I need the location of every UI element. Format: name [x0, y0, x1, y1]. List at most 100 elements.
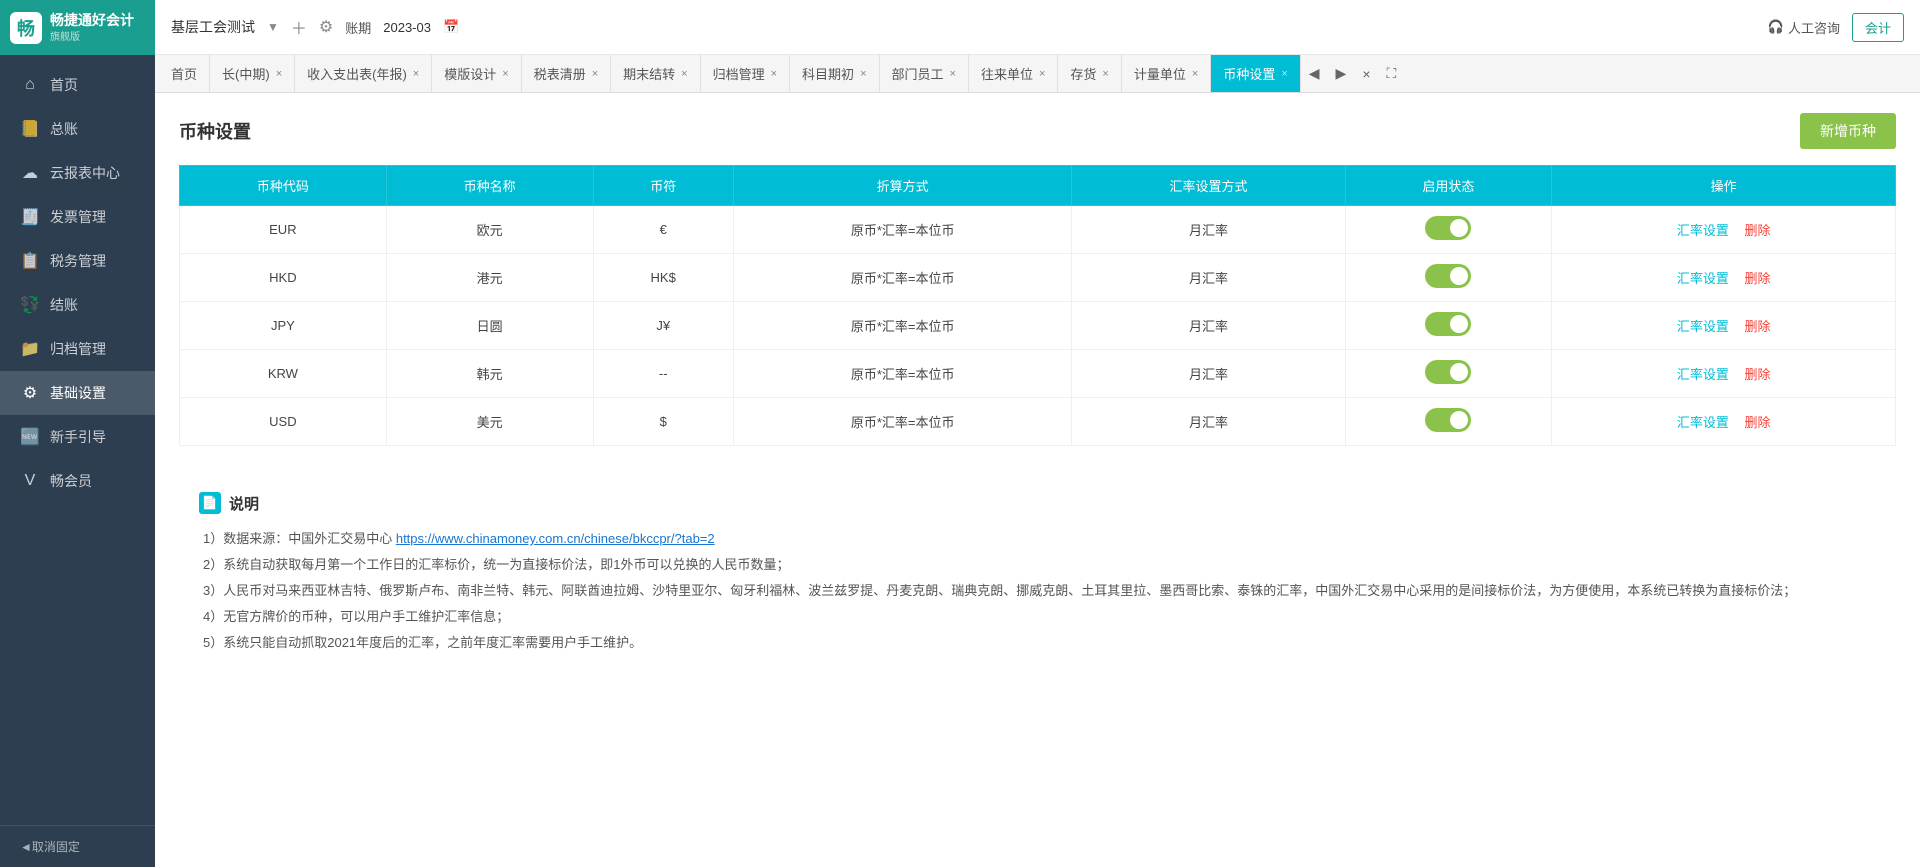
tab-close-all[interactable]: × [1354, 55, 1378, 93]
tab-expand[interactable]: ⛶ [1379, 55, 1405, 93]
tab-close-income[interactable]: × [413, 68, 419, 80]
col-header: 币符 [593, 166, 733, 206]
sidebar-item-home[interactable]: ⌂ 首页 [0, 63, 155, 107]
tab-income[interactable]: 收入支出表(年报) × [295, 55, 432, 93]
tab-close-subjects[interactable]: × [860, 68, 866, 80]
cell-code: USD [180, 398, 387, 446]
toggle-enabled[interactable] [1425, 360, 1471, 384]
sidebar-logo: 畅 畅捷通好会计 旗舰版 [0, 0, 155, 55]
logo-icon: 畅 [10, 12, 42, 44]
tab-unit[interactable]: 计量单位 × [1122, 55, 1211, 93]
sidebar-item-settings[interactable]: ⚙ 基础设置 [0, 371, 155, 415]
sidebar-icon-guide: 🆕 [20, 427, 40, 447]
cell-actions: 汇率设置 删除 [1552, 398, 1896, 446]
tab-subjects[interactable]: 科目期初 × [790, 55, 879, 93]
support-button[interactable]: 🎧 人工咨询 [1768, 18, 1840, 37]
tab-department[interactable]: 部门员工 × [880, 55, 969, 93]
sidebar-label-home: 首页 [50, 75, 78, 95]
sidebar-icon-invoice: 🧾 [20, 207, 40, 227]
delete-link[interactable]: 删除 [1744, 319, 1770, 334]
cell-code: EUR [180, 206, 387, 254]
sidebar-item-archive[interactable]: 📁 归档管理 [0, 327, 155, 371]
description-item: 2）系统自动获取每月第一个工作日的汇率标价，统一为直接标价法，即1外币可以兑换的… [199, 552, 1876, 578]
rate-settings-link[interactable]: 汇率设置 [1677, 271, 1729, 286]
toggle-enabled[interactable] [1425, 264, 1471, 288]
tab-label-department: 部门员工 [892, 64, 944, 83]
cell-rate-type: 月汇率 [1072, 350, 1345, 398]
tab-close-balance[interactable]: × [276, 68, 282, 80]
tab-close-unit[interactable]: × [1192, 68, 1198, 80]
tab-prev[interactable]: ◀ [1301, 55, 1328, 93]
cell-actions: 汇率设置 删除 [1552, 302, 1896, 350]
tab-currency[interactable]: 币种设置 × [1211, 55, 1300, 93]
cell-method: 原币*汇率=本位币 [733, 254, 1072, 302]
tab-label-subjects: 科目期初 [802, 64, 854, 83]
description-link[interactable]: https://www.chinamoney.com.cn/chinese/bk… [396, 531, 715, 546]
page-title-row: 币种设置 新增币种 [179, 113, 1896, 149]
delete-link[interactable]: 删除 [1744, 271, 1770, 286]
sidebar-item-invoice[interactable]: 🧾 发票管理 [0, 195, 155, 239]
tab-template[interactable]: 模版设计 × [432, 55, 521, 93]
toggle-enabled[interactable] [1425, 408, 1471, 432]
tab-contacts[interactable]: 往来单位 × [969, 55, 1058, 93]
cell-method: 原币*汇率=本位币 [733, 398, 1072, 446]
period-value: 2023-03 [383, 20, 431, 35]
rate-settings-link[interactable]: 汇率设置 [1677, 367, 1729, 382]
sidebar-label-ledger: 总账 [50, 119, 78, 139]
sidebar-label-settlement: 结账 [50, 295, 78, 315]
rate-settings-link[interactable]: 汇率设置 [1677, 415, 1729, 430]
tab-balance[interactable]: 长(中期) × [210, 55, 295, 93]
description-list: 1）数据来源：中国外汇交易中心 https://www.chinamoney.c… [199, 526, 1876, 656]
rate-settings-link[interactable]: 汇率设置 [1677, 319, 1729, 334]
main-area: 基层工会测试 ▼ ＋ ⚙ 账期 2023-03 📅 🎧 人工咨询 会计 首页长(… [155, 0, 1920, 867]
sidebar-item-member[interactable]: V 畅会员 [0, 459, 155, 503]
sidebar-icon-member: V [20, 472, 40, 490]
rate-settings-link[interactable]: 汇率设置 [1677, 223, 1729, 238]
description-title: 📄 说明 [199, 492, 1876, 514]
calendar-icon[interactable]: 📅 [443, 19, 459, 35]
company-dropdown-icon[interactable]: ▼ [267, 20, 279, 34]
tab-close-currency[interactable]: × [1281, 68, 1287, 80]
sidebar-item-ledger[interactable]: 📒 总账 [0, 107, 155, 151]
cell-name: 日圆 [386, 302, 593, 350]
delete-link[interactable]: 删除 [1744, 223, 1770, 238]
tab-archive[interactable]: 归档管理 × [701, 55, 790, 93]
cell-name: 欧元 [386, 206, 593, 254]
logo-name: 畅捷通好会计 [50, 12, 134, 29]
delete-link[interactable]: 删除 [1744, 367, 1770, 382]
tab-close-department[interactable]: × [950, 68, 956, 80]
sidebar-item-tax[interactable]: 📋 税务管理 [0, 239, 155, 283]
delete-link[interactable]: 删除 [1744, 415, 1770, 430]
new-currency-button[interactable]: 新增币种 [1800, 113, 1896, 149]
tab-inventory[interactable]: 存货 × [1058, 55, 1121, 93]
tab-period-end[interactable]: 期末结转 × [611, 55, 700, 93]
sidebar-label-archive: 归档管理 [50, 339, 106, 359]
sidebar-item-settlement[interactable]: 💱 结账 [0, 283, 155, 327]
description-item: 1）数据来源：中国外汇交易中心 https://www.chinamoney.c… [199, 526, 1876, 552]
toggle-enabled[interactable] [1425, 312, 1471, 336]
tab-tax[interactable]: 税表清册 × [522, 55, 611, 93]
tab-close-template[interactable]: × [502, 68, 508, 80]
tab-close-archive[interactable]: × [771, 68, 777, 80]
tab-close-tax[interactable]: × [592, 68, 598, 80]
cell-enabled [1345, 350, 1552, 398]
tab-label-income: 收入支出表(年报) [307, 64, 407, 83]
account-button[interactable]: 会计 [1852, 13, 1904, 42]
sidebar-footer-toggle[interactable]: ◄取消固定 [0, 825, 155, 867]
top-header: 基层工会测试 ▼ ＋ ⚙ 账期 2023-03 📅 🎧 人工咨询 会计 [155, 0, 1920, 55]
tab-close-period-end[interactable]: × [681, 68, 687, 80]
col-header: 币种代码 [180, 166, 387, 206]
sidebar-item-reports[interactable]: ☁ 云报表中心 [0, 151, 155, 195]
tab-close-contacts[interactable]: × [1039, 68, 1045, 80]
settings-icon[interactable]: ⚙ [319, 17, 333, 37]
toggle-enabled[interactable] [1425, 216, 1471, 240]
content-area: 币种设置 新增币种 币种代码币种名称币符折算方式汇率设置方式启用状态操作 EUR… [155, 93, 1920, 867]
table-row: HKD 港元 HK$ 原币*汇率=本位币 月汇率 汇率设置 删除 [180, 254, 1896, 302]
tab-home[interactable]: 首页 [159, 55, 210, 93]
description-item: 3）人民币对马来西亚林吉特、俄罗斯卢布、南非兰特、韩元、阿联酋迪拉姆、沙特里亚尔… [199, 578, 1876, 604]
headset-icon: 🎧 [1768, 19, 1784, 35]
tab-next[interactable]: ▶ [1328, 55, 1355, 93]
tab-close-inventory[interactable]: × [1102, 68, 1108, 80]
add-company-btn[interactable]: ＋ [291, 15, 307, 39]
sidebar-item-guide[interactable]: 🆕 新手引导 [0, 415, 155, 459]
